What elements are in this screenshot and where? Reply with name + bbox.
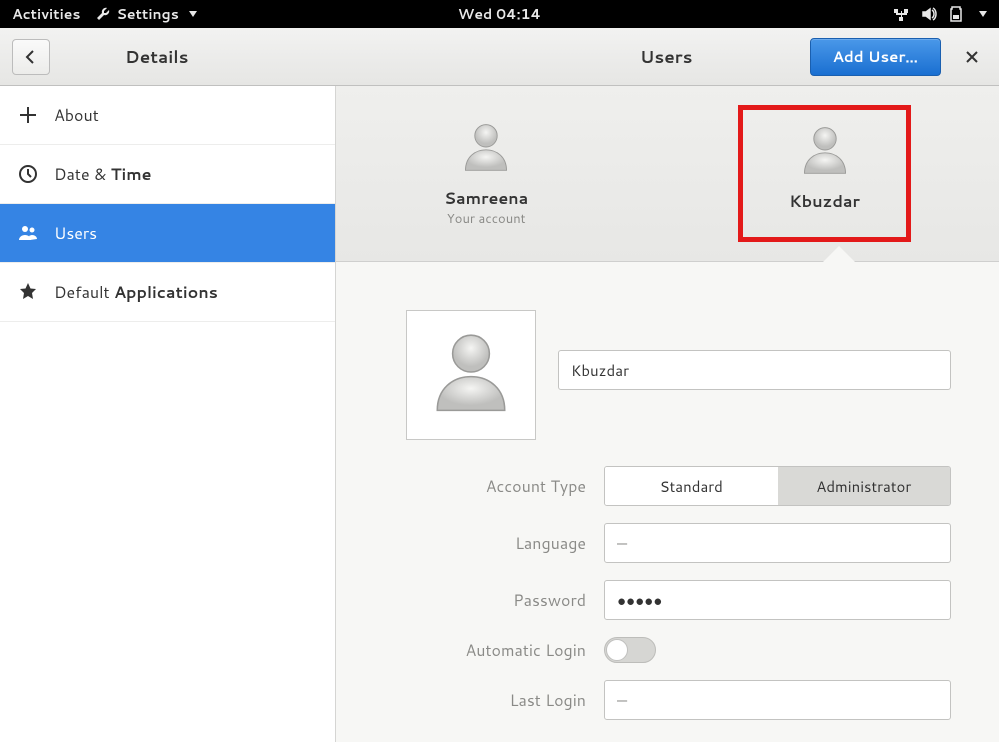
chevron-left-icon bbox=[24, 50, 38, 64]
plus-icon bbox=[18, 105, 38, 125]
network-icon bbox=[893, 6, 909, 22]
sidebar-item-default-apps[interactable]: Default Applications bbox=[0, 263, 335, 322]
person-icon bbox=[458, 119, 514, 175]
user-name: Samreena bbox=[444, 187, 528, 210]
sidebar-item-about[interactable]: About bbox=[0, 86, 335, 145]
user-details: Account Type Standard Administrator Lang… bbox=[336, 262, 999, 742]
activities-button[interactable]: Activities bbox=[12, 4, 80, 24]
full-name-field[interactable] bbox=[558, 350, 951, 390]
sidebar-item-label: Date & Time bbox=[54, 163, 152, 186]
close-button[interactable] bbox=[959, 38, 985, 76]
star-icon bbox=[18, 282, 38, 302]
sidebar-item-label: Users bbox=[54, 222, 97, 245]
top-menubar: Activities Settings Wed 04:14 bbox=[0, 0, 999, 28]
language-field[interactable] bbox=[604, 523, 951, 563]
volume-icon bbox=[921, 6, 937, 22]
users-icon bbox=[18, 223, 38, 243]
sidebar-title: Details bbox=[125, 45, 188, 69]
main-pane: Samreena Your account Kbuzdar bbox=[336, 86, 999, 742]
chevron-down-icon bbox=[189, 11, 197, 17]
settings-menu[interactable]: Settings bbox=[94, 4, 196, 24]
avatar-picker[interactable] bbox=[406, 310, 536, 440]
sidebar-item-datetime[interactable]: Date & Time bbox=[0, 145, 335, 204]
wrench-icon bbox=[94, 6, 110, 22]
sidebar: About Date & Time Users Default Applicat… bbox=[0, 86, 336, 742]
person-icon bbox=[425, 326, 517, 418]
avatar bbox=[797, 122, 853, 184]
clock[interactable]: Wed 04:14 bbox=[458, 4, 541, 24]
automatic-login-switch[interactable] bbox=[604, 637, 656, 663]
field-label: Account Type bbox=[406, 475, 586, 498]
field-label: Password bbox=[406, 589, 586, 612]
password-field[interactable] bbox=[604, 580, 951, 620]
sidebar-item-label: About bbox=[54, 104, 99, 127]
settings-window: Details Users Add User… About Date & Tim… bbox=[0, 28, 999, 742]
selection-pointer bbox=[823, 246, 855, 262]
user-subtitle: Your account bbox=[447, 210, 526, 228]
battery-icon bbox=[949, 6, 963, 22]
field-label: Last Login bbox=[406, 689, 586, 712]
account-type-toggle[interactable]: Standard Administrator bbox=[604, 466, 951, 506]
chevron-down-icon bbox=[979, 11, 987, 17]
user-card-samreena[interactable]: Samreena Your account bbox=[424, 113, 548, 234]
clock-icon bbox=[18, 164, 38, 184]
account-type-standard[interactable]: Standard bbox=[605, 467, 778, 505]
settings-menu-label: Settings bbox=[116, 4, 178, 24]
user-selector: Samreena Your account Kbuzdar bbox=[336, 86, 999, 262]
add-user-button[interactable]: Add User… bbox=[810, 38, 941, 76]
user-card-kbuzdar[interactable]: Kbuzdar bbox=[738, 105, 911, 242]
avatar bbox=[458, 119, 514, 181]
field-label: Language bbox=[406, 532, 586, 555]
person-icon bbox=[797, 122, 853, 178]
system-tray[interactable] bbox=[893, 6, 987, 22]
field-label: Automatic Login bbox=[406, 639, 586, 662]
close-icon bbox=[965, 50, 979, 64]
page-title: Users bbox=[640, 45, 692, 69]
sidebar-item-label: Default Applications bbox=[54, 281, 218, 304]
account-type-administrator[interactable]: Administrator bbox=[778, 467, 951, 505]
sidebar-item-users[interactable]: Users bbox=[0, 204, 335, 263]
user-name: Kbuzdar bbox=[789, 190, 860, 213]
headerbar: Details Users Add User… bbox=[0, 28, 999, 86]
back-button[interactable] bbox=[12, 39, 50, 75]
last-login-field[interactable] bbox=[604, 680, 951, 720]
